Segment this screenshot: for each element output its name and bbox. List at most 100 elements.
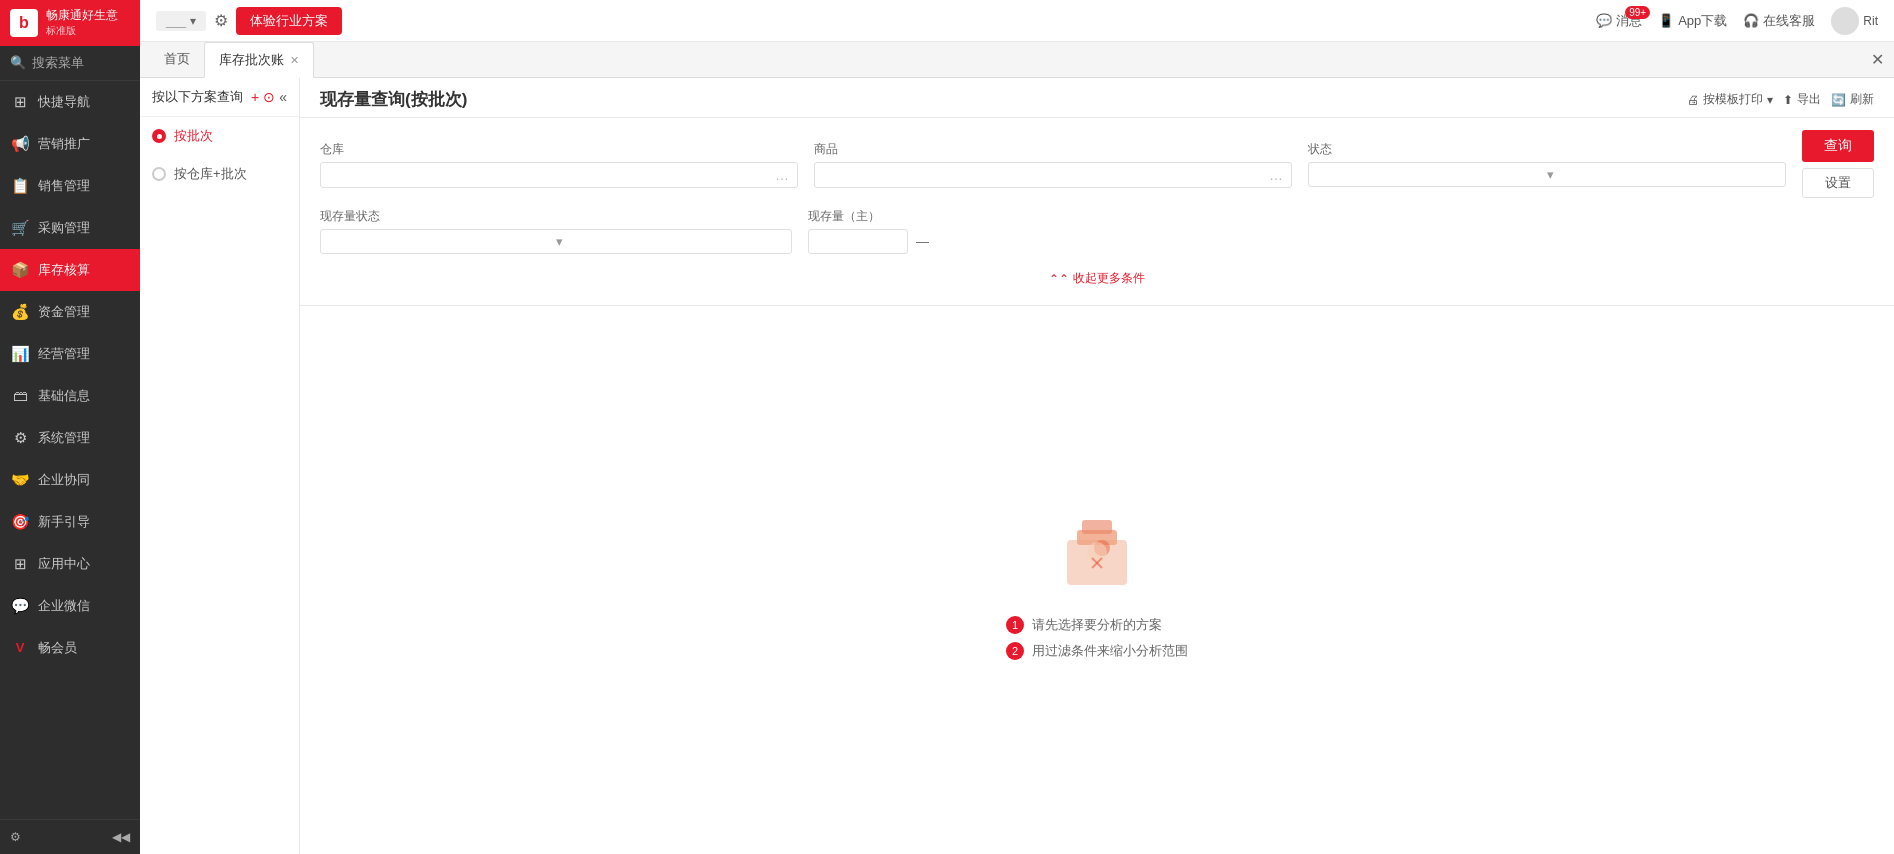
- user-name: Rit: [1863, 14, 1878, 28]
- filter-settings-icon[interactable]: ⊙: [263, 89, 275, 105]
- breadcrumb-text: ___: [166, 14, 186, 28]
- marketing-icon: 📢: [10, 135, 30, 153]
- sidebar-item-label: 营销推广: [38, 135, 90, 153]
- content-area: 现存量查询(按批次) 🖨 按模板打印 ▾ ⬆ 导出 🔄 刷新: [300, 78, 1894, 854]
- sidebar-item-enterprise-collab[interactable]: 🤝 企业协同: [0, 459, 140, 501]
- stock-qty-min-input[interactable]: [808, 229, 908, 254]
- tab-inventory-batch[interactable]: 库存批次账 ✕: [204, 42, 314, 78]
- query-button[interactable]: 查询: [1802, 130, 1874, 162]
- sidebar-item-label: 快捷导航: [38, 93, 90, 111]
- sidebar-item-guide[interactable]: 🎯 新手引导: [0, 501, 140, 543]
- brand-version: 标准版: [46, 24, 118, 38]
- refresh-btn[interactable]: 🔄 刷新: [1831, 91, 1874, 108]
- tip-num-1: 1: [1006, 616, 1024, 634]
- tab-home[interactable]: 首页: [150, 42, 204, 78]
- inventory-icon: 📦: [10, 261, 30, 279]
- stock-status-select[interactable]: ▾: [320, 229, 792, 254]
- sidebar-search[interactable]: 🔍 搜索菜单: [0, 46, 140, 81]
- search-actions: 查询 设置: [1802, 130, 1874, 198]
- sidebar-item-operations[interactable]: 📊 经营管理: [0, 333, 140, 375]
- product-input[interactable]: [823, 167, 1265, 182]
- app-logo: b: [10, 9, 38, 37]
- empty-state: 1 请先选择要分析的方案 2 用过滤条件来缩小分析范围: [300, 306, 1894, 854]
- brand-info: 畅康通好生意 标准版: [46, 8, 118, 38]
- export-btn[interactable]: ⬆ 导出: [1783, 91, 1821, 108]
- headset-icon: 🎧: [1743, 13, 1759, 28]
- topbar-right: 💬 消息 99+ 📱 App下载 🎧 在线客服 Rit: [1596, 7, 1878, 35]
- export-btn-label: 导出: [1797, 91, 1821, 108]
- warehouse-input[interactable]: [329, 167, 771, 182]
- collapse-label: 收起更多条件: [1073, 270, 1145, 287]
- print-btn[interactable]: 🖨 按模板打印 ▾: [1687, 91, 1773, 108]
- empty-tips: 1 请先选择要分析的方案 2 用过滤条件来缩小分析范围: [1006, 616, 1188, 660]
- sidebar-item-app-center[interactable]: ⊞ 应用中心: [0, 543, 140, 585]
- brand-name: 畅康通好生意: [46, 8, 118, 24]
- product-more-icon[interactable]: …: [1269, 167, 1283, 183]
- sidebar-item-purchase[interactable]: 🛒 采购管理: [0, 207, 140, 249]
- topbar-settings-btn[interactable]: ⚙: [214, 11, 228, 30]
- main-content: ___ ▾ ⚙ 体验行业方案 💬 消息 99+ 📱 App下载 🎧 在线客服: [140, 0, 1894, 854]
- search-row-2: 现存量状态 ▾ 现存量（主） —: [320, 208, 1874, 254]
- warehouse-more-icon[interactable]: …: [775, 167, 789, 183]
- tab-close-icon[interactable]: ✕: [290, 54, 299, 67]
- product-label: 商品: [814, 141, 1292, 158]
- empty-tip-2: 2 用过滤条件来缩小分析范围: [1006, 642, 1188, 660]
- status-arrow-icon: ▾: [1547, 167, 1777, 182]
- sidebar-item-enterprise-wechat[interactable]: 💬 企业微信: [0, 585, 140, 627]
- avatar: [1831, 7, 1859, 35]
- sidebar-item-label: 基础信息: [38, 387, 90, 405]
- sidebar-item-vip[interactable]: V 畅会员: [0, 627, 140, 669]
- status-field: 状态 ▾: [1308, 141, 1786, 187]
- user-avatar-item[interactable]: Rit: [1831, 7, 1878, 35]
- filter-item-by-batch[interactable]: 按批次: [140, 117, 299, 155]
- print-icon: 🖨: [1687, 93, 1699, 107]
- tab-close-right-btn[interactable]: ✕: [1871, 50, 1884, 69]
- filter-actions: + ⊙ «: [251, 89, 287, 105]
- enterprise-collab-icon: 🤝: [10, 471, 30, 489]
- industry-btn[interactable]: 体验行业方案: [236, 7, 342, 35]
- sidebar-item-quick-nav[interactable]: ⊞ 快捷导航: [0, 81, 140, 123]
- guide-icon: 🎯: [10, 513, 30, 531]
- product-input-wrap[interactable]: …: [814, 162, 1292, 188]
- settings-button[interactable]: 设置: [1802, 168, 1874, 198]
- sidebar-item-system[interactable]: ⚙ 系统管理: [0, 417, 140, 459]
- tab-home-label: 首页: [164, 51, 190, 66]
- sidebar-item-label: 库存核算: [38, 261, 90, 279]
- svg-point-4: [1087, 542, 1107, 562]
- sidebar-footer: ⚙ ◀◀: [0, 819, 140, 854]
- sidebar-item-marketing[interactable]: 📢 营销推广: [0, 123, 140, 165]
- online-service-item[interactable]: 🎧 在线客服: [1743, 12, 1815, 30]
- radio-by-warehouse-batch: [152, 167, 166, 181]
- messages-item[interactable]: 💬 消息 99+: [1596, 12, 1642, 30]
- page-area: 按以下方案查询 + ⊙ « 按批次 按仓库+批次: [140, 78, 1894, 854]
- filter-collapse-icon[interactable]: «: [279, 89, 287, 105]
- mobile-icon: 📱: [1658, 13, 1674, 28]
- collapse-bar[interactable]: ⌃⌃ 收起更多条件: [320, 264, 1874, 293]
- sidebar-collapse-btn[interactable]: ◀◀: [110, 828, 132, 846]
- sidebar-item-label: 新手引导: [38, 513, 90, 531]
- messages-badge: 99+: [1625, 6, 1650, 19]
- online-service-label: 在线客服: [1763, 12, 1815, 30]
- app-download-item[interactable]: 📱 App下载: [1658, 12, 1727, 30]
- refresh-icon: 🔄: [1831, 93, 1846, 107]
- filter-item-by-warehouse-batch[interactable]: 按仓库+批次: [140, 155, 299, 193]
- sales-icon: 📋: [10, 177, 30, 195]
- breadcrumb-dropdown-icon[interactable]: ▾: [190, 14, 196, 28]
- sidebar-item-sales[interactable]: 📋 销售管理: [0, 165, 140, 207]
- product-field: 商品 …: [814, 141, 1292, 188]
- sidebar-search-label: 搜索菜单: [32, 54, 84, 72]
- sidebar-item-label: 系统管理: [38, 429, 90, 447]
- radio-dot: [157, 134, 162, 139]
- filter-item-label: 按批次: [174, 127, 213, 145]
- sidebar-item-inventory[interactable]: 📦 库存核算: [0, 249, 140, 291]
- sidebar-settings-btn[interactable]: ⚙: [8, 828, 23, 846]
- sidebar-item-finance[interactable]: 💰 资金管理: [0, 291, 140, 333]
- warehouse-input-wrap[interactable]: …: [320, 162, 798, 188]
- app-download-label: App下载: [1678, 12, 1727, 30]
- sidebar-item-basic-info[interactable]: 🗃 基础信息: [0, 375, 140, 417]
- status-select[interactable]: ▾: [1308, 162, 1786, 187]
- filter-add-icon[interactable]: +: [251, 89, 259, 105]
- empty-illustration: [1047, 500, 1147, 600]
- refresh-btn-label: 刷新: [1850, 91, 1874, 108]
- stock-status-label: 现存量状态: [320, 208, 792, 225]
